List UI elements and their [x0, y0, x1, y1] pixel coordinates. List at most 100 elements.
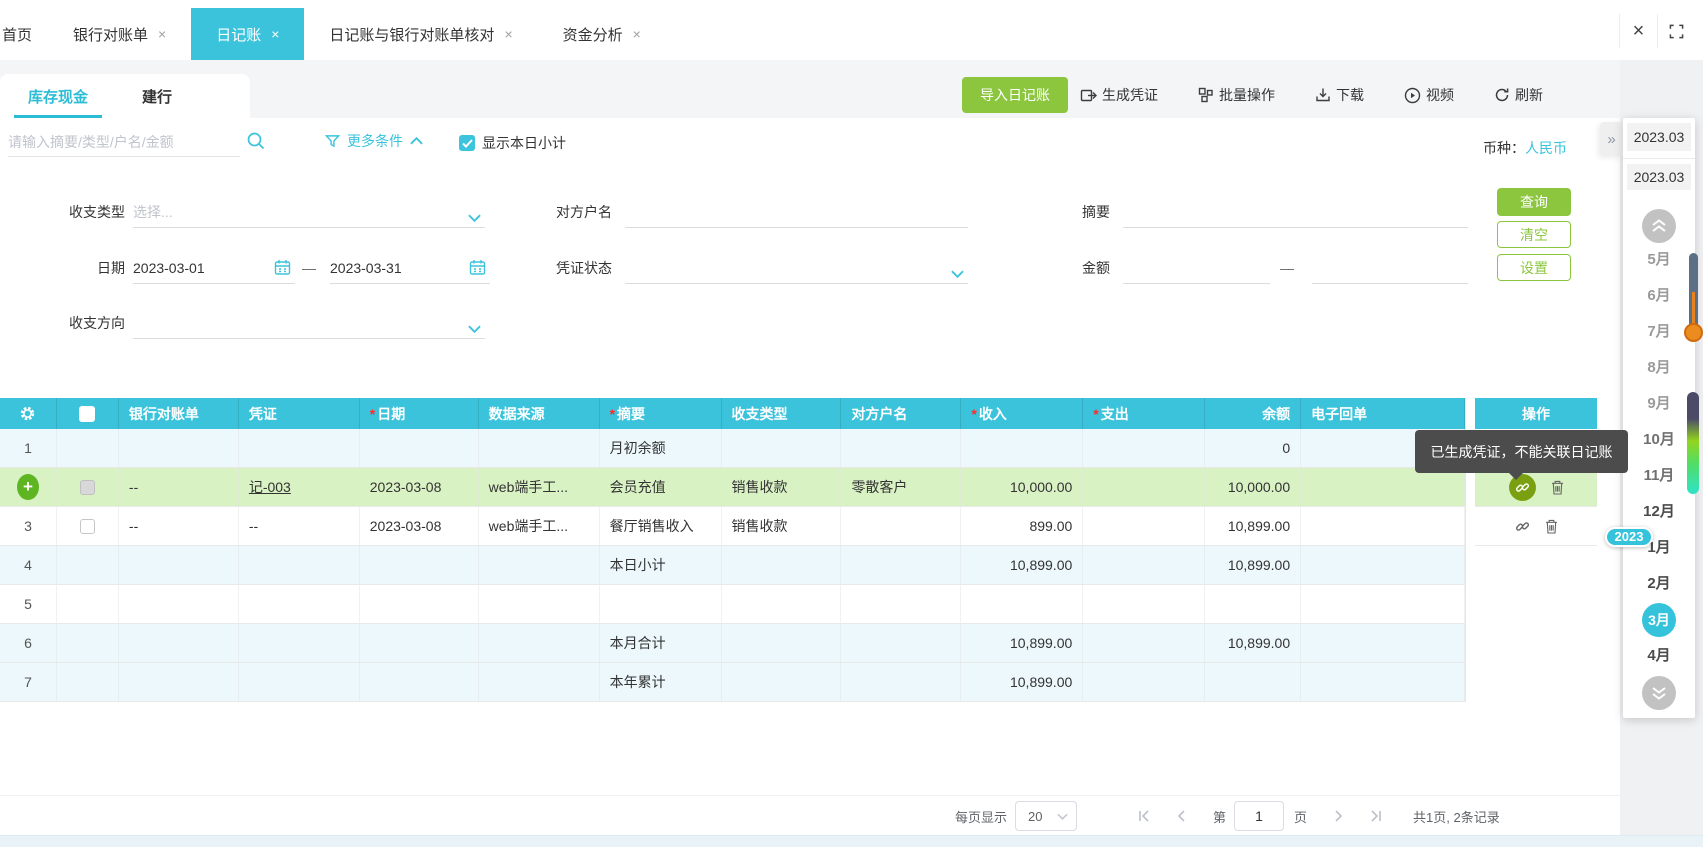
column-header-expense[interactable]: * 支出	[1083, 398, 1206, 429]
operations-row	[1475, 624, 1597, 663]
scroll-months-up-icon[interactable]	[1642, 209, 1676, 243]
close-tab-icon[interactable]: ×	[271, 26, 279, 42]
summary-filter-input[interactable]	[1123, 196, 1468, 228]
collapse-sidebar-handle[interactable]: »	[1600, 122, 1623, 156]
column-header-voucher[interactable]: 凭证	[239, 398, 360, 429]
query-button[interactable]: 查询	[1497, 188, 1571, 216]
voucher-status-filter-select[interactable]	[625, 252, 968, 284]
clear-button[interactable]: 清空	[1497, 221, 1571, 248]
import-journal-button[interactable]: 导入日记账	[962, 77, 1068, 113]
month-item-10月[interactable]: 10月	[1623, 422, 1695, 458]
date-from-input[interactable]: 2023-03-01	[133, 252, 295, 284]
page-number-input[interactable]	[1234, 801, 1285, 831]
calendar-icon[interactable]	[274, 259, 291, 279]
account-tab-库存现金[interactable]: 库存现金	[12, 74, 104, 118]
fullscreen-icon[interactable]	[1657, 14, 1695, 48]
search-input[interactable]	[8, 128, 240, 157]
month-item-6月[interactable]: 6月	[1623, 278, 1695, 314]
prev-page-icon[interactable]	[1175, 809, 1189, 823]
table-row[interactable]: 3 -- -- 2023-03-08 web端手工... 餐厅销售收入 销售收款 899.00…	[0, 507, 1466, 546]
more-filters-toggle[interactable]: 更多条件	[325, 131, 423, 151]
show-daily-subtotal-checkbox[interactable]: 显示本日小计	[459, 133, 566, 153]
column-header-receipt[interactable]: 电子回单	[1301, 398, 1466, 429]
table-row[interactable]: 7 本年累计 10,899.00	[0, 663, 1466, 702]
column-header-date[interactable]: * 日期	[360, 398, 479, 429]
date-to-input[interactable]: 2023-03-31	[330, 252, 490, 284]
row-checkbox[interactable]	[79, 518, 95, 534]
batch-operation-button[interactable]: 批量操作	[1198, 85, 1275, 105]
tab-首页[interactable]: 首页	[0, 8, 48, 60]
settings-button[interactable]: 设置	[1497, 254, 1571, 281]
gradient-scrollbar-thumb[interactable]	[1687, 392, 1699, 494]
month-item-3月[interactable]: 3月	[1623, 602, 1695, 638]
month-item-5月[interactable]: 5月	[1623, 242, 1695, 278]
page-suffix-label: 页	[1294, 809, 1308, 825]
calendar-icon[interactable]	[469, 259, 486, 279]
month-list: 5月 6月 7月 8月 9月 10月 11月 12月 1月 2月 3月 4月	[1623, 242, 1695, 674]
delete-row-icon[interactable]	[1551, 480, 1564, 495]
first-page-icon[interactable]	[1137, 809, 1151, 823]
next-page-icon[interactable]	[1331, 809, 1345, 823]
amount-max-input[interactable]	[1312, 252, 1468, 284]
month-item-12月[interactable]: 12月	[1623, 494, 1695, 530]
month-item-11月[interactable]: 11月	[1623, 458, 1695, 494]
tab-资金分析[interactable]: 资金分析 ×	[538, 8, 666, 60]
type-filter-select[interactable]: 选择...	[133, 196, 485, 228]
period-display[interactable]: 2023.03	[1627, 123, 1691, 151]
cell-voucher	[239, 429, 360, 467]
tab-银行对账单[interactable]: 银行对账单 ×	[48, 8, 191, 60]
toolbar-actions: 生成凭证 批量操作 下载 视频 刷新	[1080, 77, 1543, 113]
month-item-4月[interactable]: 4月	[1623, 638, 1695, 674]
month-item-9月[interactable]: 9月	[1623, 386, 1695, 422]
video-button[interactable]: 视频	[1404, 85, 1454, 105]
table-row[interactable]: 4 本日小计 10,899.00 10,899.00	[0, 546, 1466, 585]
voucher-link[interactable]: 记-003	[249, 477, 291, 497]
row-checkbox-cell	[57, 546, 119, 584]
year-badge[interactable]: 2023	[1605, 527, 1653, 547]
per-page-select[interactable]: 20	[1015, 801, 1078, 831]
account-tab-建行[interactable]: 建行	[126, 74, 188, 118]
close-window-icon[interactable]: ×	[1619, 14, 1657, 48]
close-tab-icon[interactable]: ×	[158, 26, 166, 42]
active-month-circle: 3月	[1642, 603, 1676, 637]
close-tab-icon[interactable]: ×	[504, 26, 512, 42]
close-tab-icon[interactable]: ×	[633, 26, 641, 42]
column-header-party[interactable]: 对方户名	[841, 398, 962, 429]
column-header-source[interactable]: 数据来源	[479, 398, 600, 429]
operations-row	[1475, 585, 1597, 624]
currency-value[interactable]: 人民币	[1525, 140, 1567, 156]
delete-row-icon[interactable]	[1545, 519, 1558, 534]
download-button[interactable]: 下载	[1315, 85, 1364, 105]
table-row[interactable]: + -- 记-003 2023-03-08 web端手工... 会员充值 销售收款 零散客户 1…	[0, 468, 1466, 507]
tab-日记账与银行对账单核对[interactable]: 日记账与银行对账单核对 ×	[304, 8, 537, 60]
generate-voucher-button[interactable]: 生成凭证	[1080, 85, 1158, 105]
table-row[interactable]: 6 本月合计 10,899.00 10,899.00	[0, 624, 1466, 663]
refresh-button[interactable]: 刷新	[1494, 85, 1543, 105]
column-header-summary[interactable]: * 摘要	[600, 398, 722, 429]
link-voucher-icon[interactable]	[1515, 519, 1530, 534]
column-header-balance[interactable]: 余额	[1205, 398, 1302, 429]
generate-voucher-icon	[1080, 87, 1097, 104]
row-number: 1	[24, 440, 32, 456]
direction-filter-select[interactable]	[133, 307, 485, 339]
per-page-label: 每页显示	[955, 809, 1008, 825]
amount-min-input[interactable]	[1123, 252, 1270, 284]
month-item-8月[interactable]: 8月	[1623, 350, 1695, 386]
scroll-months-down-icon[interactable]	[1642, 676, 1676, 710]
tab-日记账[interactable]: 日记账 ×	[191, 8, 305, 60]
column-header-income[interactable]: * 收入	[961, 398, 1084, 429]
column-header-type[interactable]: 收支类型	[722, 398, 842, 429]
amount-range-separator: —	[1280, 260, 1294, 276]
counterparty-filter-input[interactable]	[625, 196, 968, 228]
month-item-2月[interactable]: 2月	[1623, 566, 1695, 602]
select-all-checkbox[interactable]	[79, 405, 96, 422]
column-settings-gear-icon[interactable]	[0, 398, 57, 429]
search-icon[interactable]	[246, 131, 266, 156]
last-page-icon[interactable]	[1369, 809, 1383, 823]
period-selected[interactable]: 2023.03	[1627, 164, 1691, 190]
cell-source: web端手工...	[488, 518, 569, 534]
column-header-bank[interactable]: 银行对账单	[119, 398, 239, 429]
add-row-button[interactable]: +	[16, 474, 39, 500]
table-row[interactable]: 1 月初余额 0	[0, 429, 1466, 468]
table-row[interactable]: 5	[0, 585, 1466, 624]
